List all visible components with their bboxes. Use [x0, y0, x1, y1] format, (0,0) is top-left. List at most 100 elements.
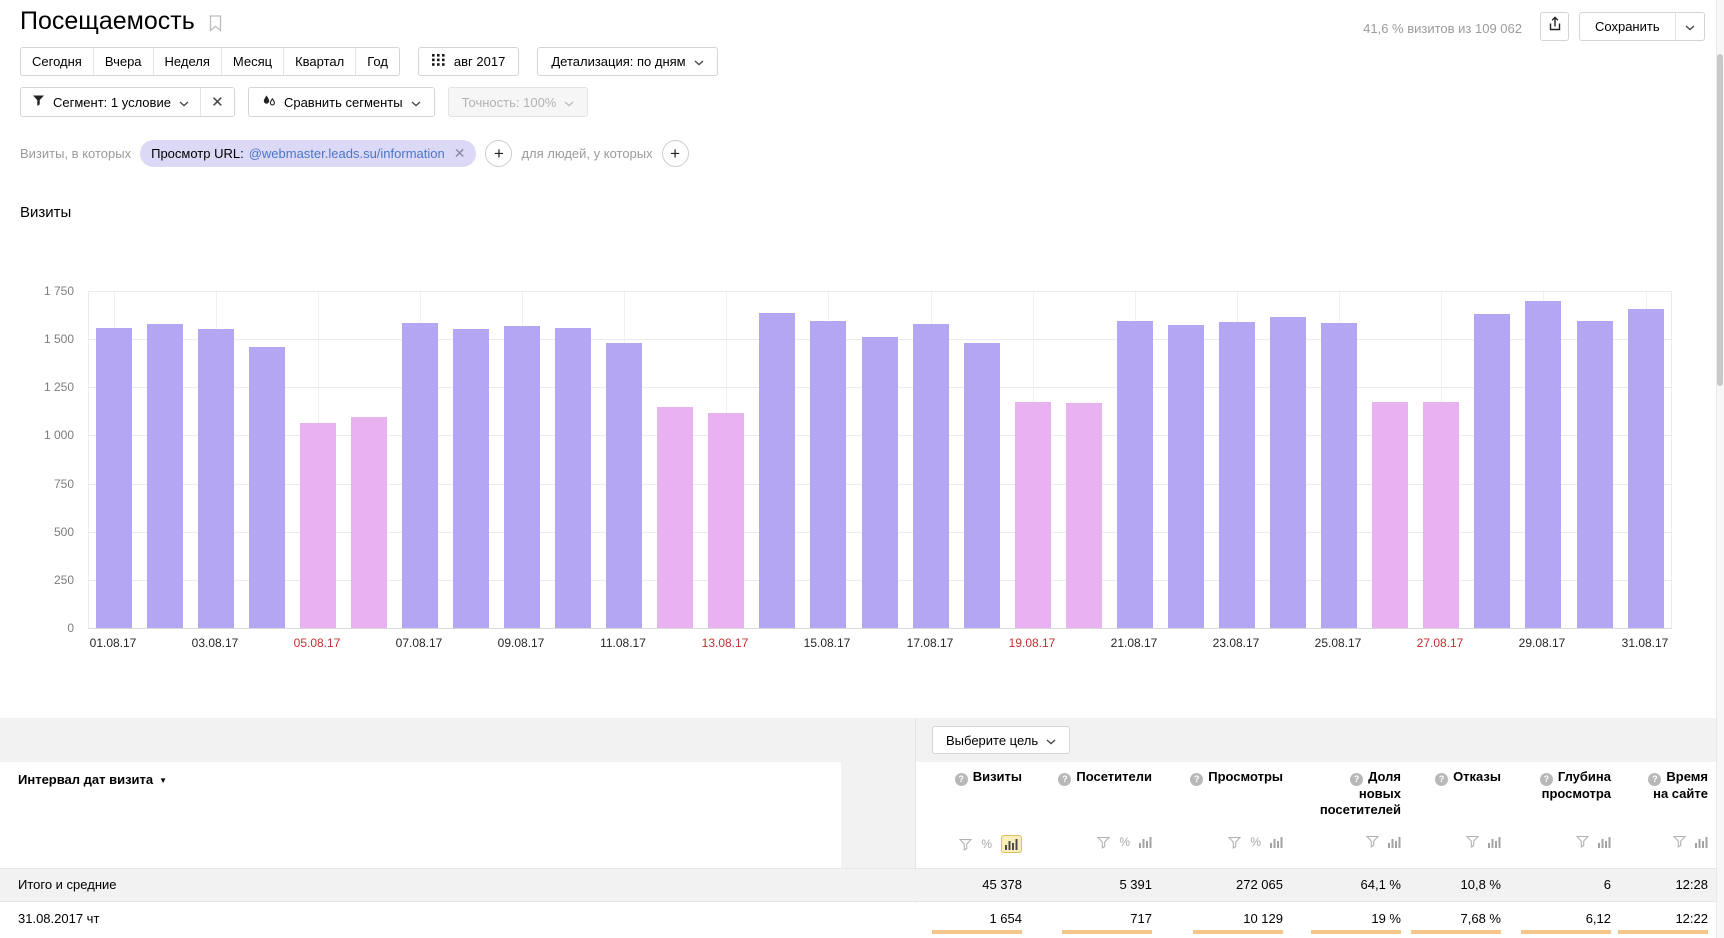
chart-bar-15.08.17[interactable] — [810, 321, 846, 628]
add-visit-condition-button[interactable]: + — [485, 140, 512, 167]
scrollbar-thumb[interactable] — [1717, 54, 1723, 386]
chart-bar-01.08.17[interactable] — [96, 328, 132, 628]
bar-chart-plot — [88, 291, 1672, 629]
chart-bar-31.08.17[interactable] — [1628, 309, 1664, 628]
column-header-3[interactable]: ?Доля новых посетителей — [1320, 769, 1401, 818]
add-people-condition-button[interactable]: + — [662, 140, 689, 167]
period-button-year[interactable]: Год — [355, 48, 399, 75]
chart-bar-04.08.17[interactable] — [249, 347, 285, 628]
chevron-down-icon — [411, 95, 421, 110]
accuracy-button[interactable]: Точность: 100% — [448, 87, 589, 117]
value-bar — [1311, 930, 1401, 934]
help-icon[interactable]: ? — [955, 773, 968, 786]
bar-view-icon[interactable] — [1598, 836, 1611, 848]
column-filter-icons-4 — [1466, 835, 1501, 848]
save-button[interactable]: Сохранить — [1580, 13, 1675, 40]
y-axis-tick-label: 250 — [10, 573, 74, 587]
url-filter-chip[interactable]: Просмотр URL: @webmaster.leads.su/inform… — [140, 140, 476, 167]
percent-filter-icon[interactable]: % — [1250, 835, 1261, 849]
chart-bar-25.08.17[interactable] — [1321, 323, 1357, 628]
calendar-button[interactable]: авг 2017 — [418, 47, 519, 76]
funnel-filter-icon[interactable] — [1228, 836, 1241, 849]
help-icon[interactable]: ? — [1058, 773, 1071, 786]
compare-label: Сравнить сегменты — [284, 95, 403, 110]
chart-bar-19.08.17[interactable] — [1015, 402, 1051, 628]
chart-bar-03.08.17[interactable] — [198, 329, 234, 628]
chart-bar-23.08.17[interactable] — [1219, 322, 1255, 628]
chart-bar-07.08.17[interactable] — [402, 323, 438, 628]
chart-bar-12.08.17[interactable] — [657, 407, 693, 628]
bar-view-icon[interactable] — [1695, 836, 1708, 848]
chart-bar-27.08.17[interactable] — [1423, 402, 1459, 628]
chart-bar-29.08.17[interactable] — [1525, 301, 1561, 628]
totals-cell: 5 391 — [1119, 877, 1152, 892]
column-header-2[interactable]: ?Просмотры — [1190, 769, 1283, 786]
chart-bar-24.08.17[interactable] — [1270, 317, 1306, 628]
funnel-filter-icon[interactable] — [1097, 836, 1110, 849]
chip-url-link[interactable]: @webmaster.leads.su/information — [249, 146, 445, 161]
compare-segments-button[interactable]: Сравнить сегменты — [248, 87, 435, 117]
column-header-6[interactable]: ?Время на сайте — [1648, 769, 1708, 802]
funnel-filter-icon[interactable] — [959, 838, 972, 851]
export-button[interactable] — [1540, 12, 1569, 41]
chart-bar-16.08.17[interactable] — [862, 337, 898, 628]
period-button-week[interactable]: Неделя — [153, 48, 221, 75]
period-button-quarter[interactable]: Квартал — [283, 48, 355, 75]
drops-icon — [262, 94, 276, 111]
detail-button[interactable]: Детализация: по дням — [537, 47, 717, 76]
chip-remove-icon[interactable]: ✕ — [454, 145, 466, 162]
help-icon[interactable]: ? — [1190, 773, 1203, 786]
save-dropdown-button[interactable] — [1675, 13, 1704, 40]
period-button-month[interactable]: Месяц — [221, 48, 283, 75]
totals-row-label: Итого и средние — [18, 877, 116, 892]
bar-view-icon[interactable] — [1270, 836, 1283, 848]
choose-goal-button[interactable]: Выберите цель — [932, 726, 1070, 754]
bookmark-icon[interactable] — [209, 15, 222, 37]
chart-bar-09.08.17[interactable] — [504, 326, 540, 628]
value-bar — [1062, 930, 1152, 934]
segment-button[interactable]: Сегмент: 1 условие — [21, 88, 200, 116]
percent-filter-icon[interactable]: % — [1119, 835, 1130, 849]
visits-filter-label: Визиты, в которых — [20, 146, 131, 161]
chart-title: Визиты — [20, 204, 71, 221]
chart-bar-21.08.17[interactable] — [1117, 321, 1153, 628]
bar-view-icon[interactable] — [1139, 836, 1152, 848]
help-icon[interactable]: ? — [1540, 773, 1553, 786]
chart-bar-11.08.17[interactable] — [606, 343, 642, 628]
column-header-0[interactable]: ?Визиты — [955, 769, 1022, 786]
chart-bar-14.08.17[interactable] — [759, 313, 795, 628]
chart-bar-02.08.17[interactable] — [147, 324, 183, 628]
bar-view-icon[interactable] — [1488, 836, 1501, 848]
help-icon[interactable]: ? — [1648, 773, 1661, 786]
column-filter-icons-3 — [1366, 835, 1401, 848]
bar-view-icon-active[interactable] — [1001, 835, 1022, 853]
funnel-filter-icon[interactable] — [1466, 835, 1479, 848]
period-button-today[interactable]: Сегодня — [21, 48, 93, 75]
percent-filter-icon[interactable]: % — [981, 837, 992, 851]
chart-bar-20.08.17[interactable] — [1066, 403, 1102, 628]
bar-view-icon[interactable] — [1388, 836, 1401, 848]
chart-bar-22.08.17[interactable] — [1168, 325, 1204, 628]
funnel-filter-icon[interactable] — [1673, 835, 1686, 848]
column-header-1[interactable]: ?Посетители — [1058, 769, 1152, 786]
chart-bar-05.08.17[interactable] — [300, 423, 336, 628]
chart-bar-18.08.17[interactable] — [964, 343, 1000, 628]
chart-bar-06.08.17[interactable] — [351, 417, 387, 628]
dimension-column-header[interactable]: Интервал дат визита▼ — [18, 772, 167, 787]
help-icon[interactable]: ? — [1435, 773, 1448, 786]
segment-clear-button[interactable]: ✕ — [200, 88, 234, 116]
help-icon[interactable]: ? — [1350, 773, 1363, 786]
column-header-4[interactable]: ?Отказы — [1435, 769, 1501, 786]
chart-bar-30.08.17[interactable] — [1577, 321, 1613, 628]
column-header-5[interactable]: ?Глубина просмотра — [1540, 769, 1611, 802]
chart-bar-17.08.17[interactable] — [913, 324, 949, 628]
chart-bar-26.08.17[interactable] — [1372, 402, 1408, 628]
metrics-left-gutter — [841, 762, 915, 868]
chart-bar-08.08.17[interactable] — [453, 329, 489, 628]
period-button-yesterday[interactable]: Вчера — [93, 48, 153, 75]
funnel-filter-icon[interactable] — [1366, 835, 1379, 848]
funnel-filter-icon[interactable] — [1576, 835, 1589, 848]
chart-bar-10.08.17[interactable] — [555, 328, 591, 628]
chart-bar-13.08.17[interactable] — [708, 413, 744, 628]
chart-bar-28.08.17[interactable] — [1474, 314, 1510, 628]
